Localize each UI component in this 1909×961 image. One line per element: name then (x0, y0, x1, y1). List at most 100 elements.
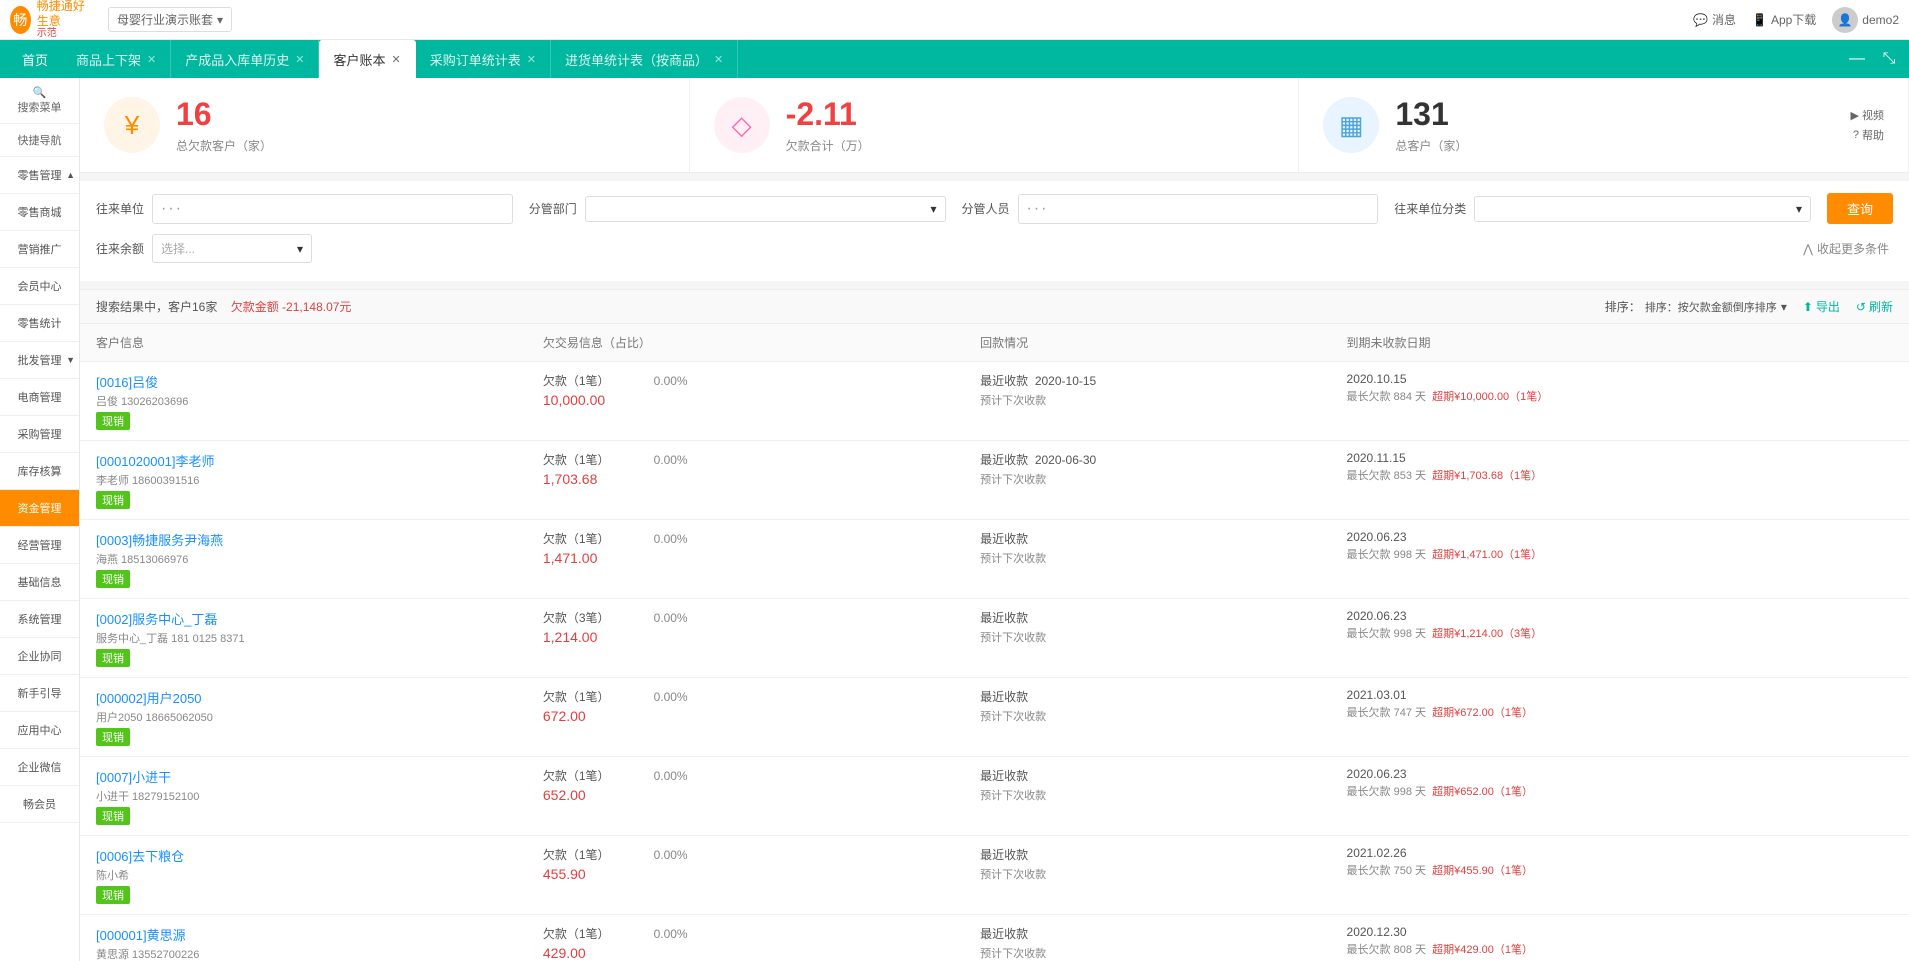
debt-amount[interactable]: 652.00 (543, 787, 610, 803)
counterparty-input[interactable]: ··· (152, 194, 513, 224)
customer-name-link[interactable]: [0001020001]李老师 (96, 451, 511, 470)
debt-amount[interactable]: 1,703.68 (543, 471, 610, 487)
debt-amount[interactable]: 1,471.00 (543, 550, 610, 566)
customer-name-link[interactable]: [0007]小进干 (96, 767, 511, 786)
overdue-link[interactable]: 超期¥672.00（1笔） (1432, 707, 1533, 719)
overdue-link[interactable]: 超期¥1,471.00（1笔） (1432, 549, 1542, 561)
payment-info-cell: 最近收款 2020-06-30 预计下次收款 (964, 441, 1330, 520)
sidebar-search[interactable]: 🔍 搜索菜单 (0, 78, 79, 124)
close-icon[interactable]: ✕ (147, 53, 156, 66)
tab-item-1[interactable]: 商品上下架 ✕ (62, 40, 171, 78)
overdue-link[interactable]: 超期¥455.90（1笔） (1432, 865, 1533, 877)
sidebar-item-wechat[interactable]: 企业微信 (0, 749, 79, 786)
person-input[interactable]: ··· (1018, 194, 1379, 224)
tab-item-3[interactable]: 客户账本 ✕ (319, 40, 415, 78)
customer-info-cell: [0016]吕俊 吕俊 13026203696 现销 (80, 362, 527, 441)
overdue-link[interactable]: 超期¥429.00（1笔） (1432, 944, 1533, 956)
overdue-link[interactable]: 超期¥1,214.00（3笔） (1432, 628, 1542, 640)
customer-name-link[interactable]: [0006]去下粮仓 (96, 846, 511, 865)
close-icon[interactable]: ✕ (392, 53, 401, 66)
sidebar-item-ecommerce[interactable]: 电商管理 (0, 379, 79, 416)
sidebar-item-retail-mall[interactable]: 零售商城 (0, 194, 79, 231)
sort-select[interactable]: 排序： 排序：按欠款金额倒序排序 ▾ (1605, 298, 1787, 315)
customer-name-link[interactable]: [000001]黄思源 (96, 925, 511, 944)
customer-name-link[interactable]: [000002]用户2050 (96, 688, 511, 707)
col-header-payment: 回款情况 (964, 324, 1330, 362)
customer-name-link[interactable]: [0016]吕俊 (96, 372, 511, 391)
sidebar-item-finance[interactable]: 资金管理 (0, 490, 79, 527)
tab-minimize-btn[interactable]: — (1845, 47, 1869, 71)
sidebar-item-app-center[interactable]: 应用中心 (0, 712, 79, 749)
help-btn[interactable]: ? 帮助 (1853, 127, 1884, 143)
collapse-button[interactable]: ⋀ 收起更多条件 (1799, 236, 1893, 261)
customer-name-link[interactable]: [0003]畅捷服务尹海燕 (96, 530, 511, 549)
customer-info-cell: [0006]去下粮仓 陈小希 现销 (80, 836, 527, 915)
video-btn[interactable]: ▶ 视频 (1851, 107, 1884, 123)
payment-next: 预计下次收款 (980, 866, 1314, 882)
debt-label: 欠款（1笔） (543, 846, 610, 863)
department-select[interactable]: ▾ (585, 196, 946, 222)
sidebar-item-newbie[interactable]: 新手引导 (0, 675, 79, 712)
debt-amount[interactable]: 429.00 (543, 945, 610, 961)
col-header-customer: 客户信息 (80, 324, 527, 362)
overdue-info: 最长欠款 750 天 超期¥455.90（1笔） (1347, 862, 1893, 878)
debt-amount[interactable]: 10,000.00 (543, 392, 610, 408)
payment-next: 预计下次收款 (980, 392, 1314, 408)
category-select[interactable]: ▾ (1474, 196, 1811, 222)
help-icon: ? (1853, 129, 1859, 141)
sidebar-item-enterprise[interactable]: 企业协同 (0, 638, 79, 675)
tab-home[interactable]: 首页 (8, 50, 62, 69)
payment-next: 预计下次收款 (980, 787, 1314, 803)
debt-label: 欠款（3笔） (543, 609, 610, 626)
sidebar-item-inventory[interactable]: 库存核算 (0, 453, 79, 490)
sidebar-item-member-center[interactable]: 会员中心 (0, 268, 79, 305)
customer-tag: 现销 (96, 807, 130, 825)
sidebar-item-vip[interactable]: 畅会员 (0, 786, 79, 823)
sidebar-item-basic-info[interactable]: 基础信息 (0, 564, 79, 601)
tab-item-5[interactable]: 进货单统计表（按商品） ✕ (551, 40, 738, 78)
sidebar-item-purchase[interactable]: 采购管理 (0, 416, 79, 453)
sidebar-item-retail-mgmt[interactable]: 零售管理 ▲ (0, 157, 79, 194)
sidebar-item-retail-stats[interactable]: 零售统计 (0, 305, 79, 342)
balance-select[interactable]: 选择... ▾ (152, 234, 312, 263)
payment-next: 预计下次收款 (980, 471, 1314, 487)
table-row: [0007]小进干 小进干 18279152100 现销 欠款（1笔） 652.… (80, 757, 1909, 836)
query-button[interactable]: 查询 (1827, 193, 1893, 224)
debt-amount[interactable]: 672.00 (543, 708, 610, 724)
sidebar-item-operations[interactable]: 经营管理 (0, 527, 79, 564)
overdue-link[interactable]: 超期¥652.00（1笔） (1432, 786, 1533, 798)
store-selector[interactable]: 母婴行业演示账套 ▾ (108, 7, 232, 32)
debt-pct: 0.00% (654, 848, 688, 862)
customer-name-link[interactable]: [0002]服务中心_丁磊 (96, 609, 511, 628)
sidebar-item-marketing[interactable]: 营销推广 (0, 231, 79, 268)
debt-amount[interactable]: 1,214.00 (543, 629, 610, 645)
debt-amount[interactable]: 455.90 (543, 866, 610, 882)
close-icon[interactable]: ✕ (295, 53, 304, 66)
tab-expand-btn[interactable]: ⤡ (1877, 47, 1901, 71)
stat-label-debt-customers: 总欠款客户（家） (176, 137, 272, 154)
overdue-info: 最长欠款 998 天 超期¥1,214.00（3笔） (1347, 625, 1893, 641)
tab-item-2[interactable]: 产成品入库单历史 ✕ (171, 40, 319, 78)
overdue-link[interactable]: 超期¥10,000.00（1笔） (1432, 391, 1548, 403)
col-header-duedate: 到期未收款日期 (1331, 324, 1909, 362)
chevron-down-icon: ▾ (297, 242, 303, 256)
chevron-down-icon: ▾ (1781, 300, 1787, 314)
sidebar-item-system[interactable]: 系统管理 (0, 601, 79, 638)
export-button[interactable]: ⬆ 导出 (1803, 298, 1840, 315)
debt-label: 欠款（1笔） (543, 451, 610, 468)
due-date-cell: 2020.06.23 最长欠款 998 天 超期¥1,471.00（1笔） (1331, 520, 1909, 599)
table-row: [0001020001]李老师 李老师 18600391516 现销 欠款（1笔… (80, 441, 1909, 520)
app-download-btn[interactable]: 📱 App下载 (1752, 11, 1816, 28)
tab-item-4[interactable]: 采购订单统计表 ✕ (416, 40, 551, 78)
customer-sub: 吕俊 13026203696 (96, 393, 511, 409)
close-icon[interactable]: ✕ (527, 53, 536, 66)
payment-info-cell: 最近收款 预计下次收款 (964, 757, 1330, 836)
message-btn[interactable]: 💬 消息 (1693, 11, 1736, 28)
sidebar-quick-nav[interactable]: 快捷导航 (0, 124, 79, 157)
refresh-button[interactable]: ↺ 刷新 (1856, 298, 1893, 315)
debt-info-cell: 欠款（1笔） 455.90 0.00% (527, 836, 964, 915)
close-icon[interactable]: ✕ (714, 53, 723, 66)
sidebar-item-wholesale[interactable]: 批发管理 ▼ (0, 342, 79, 379)
user-avatar[interactable]: 👤 demo2 (1832, 7, 1899, 33)
overdue-link[interactable]: 超期¥1,703.68（1笔） (1432, 470, 1542, 482)
